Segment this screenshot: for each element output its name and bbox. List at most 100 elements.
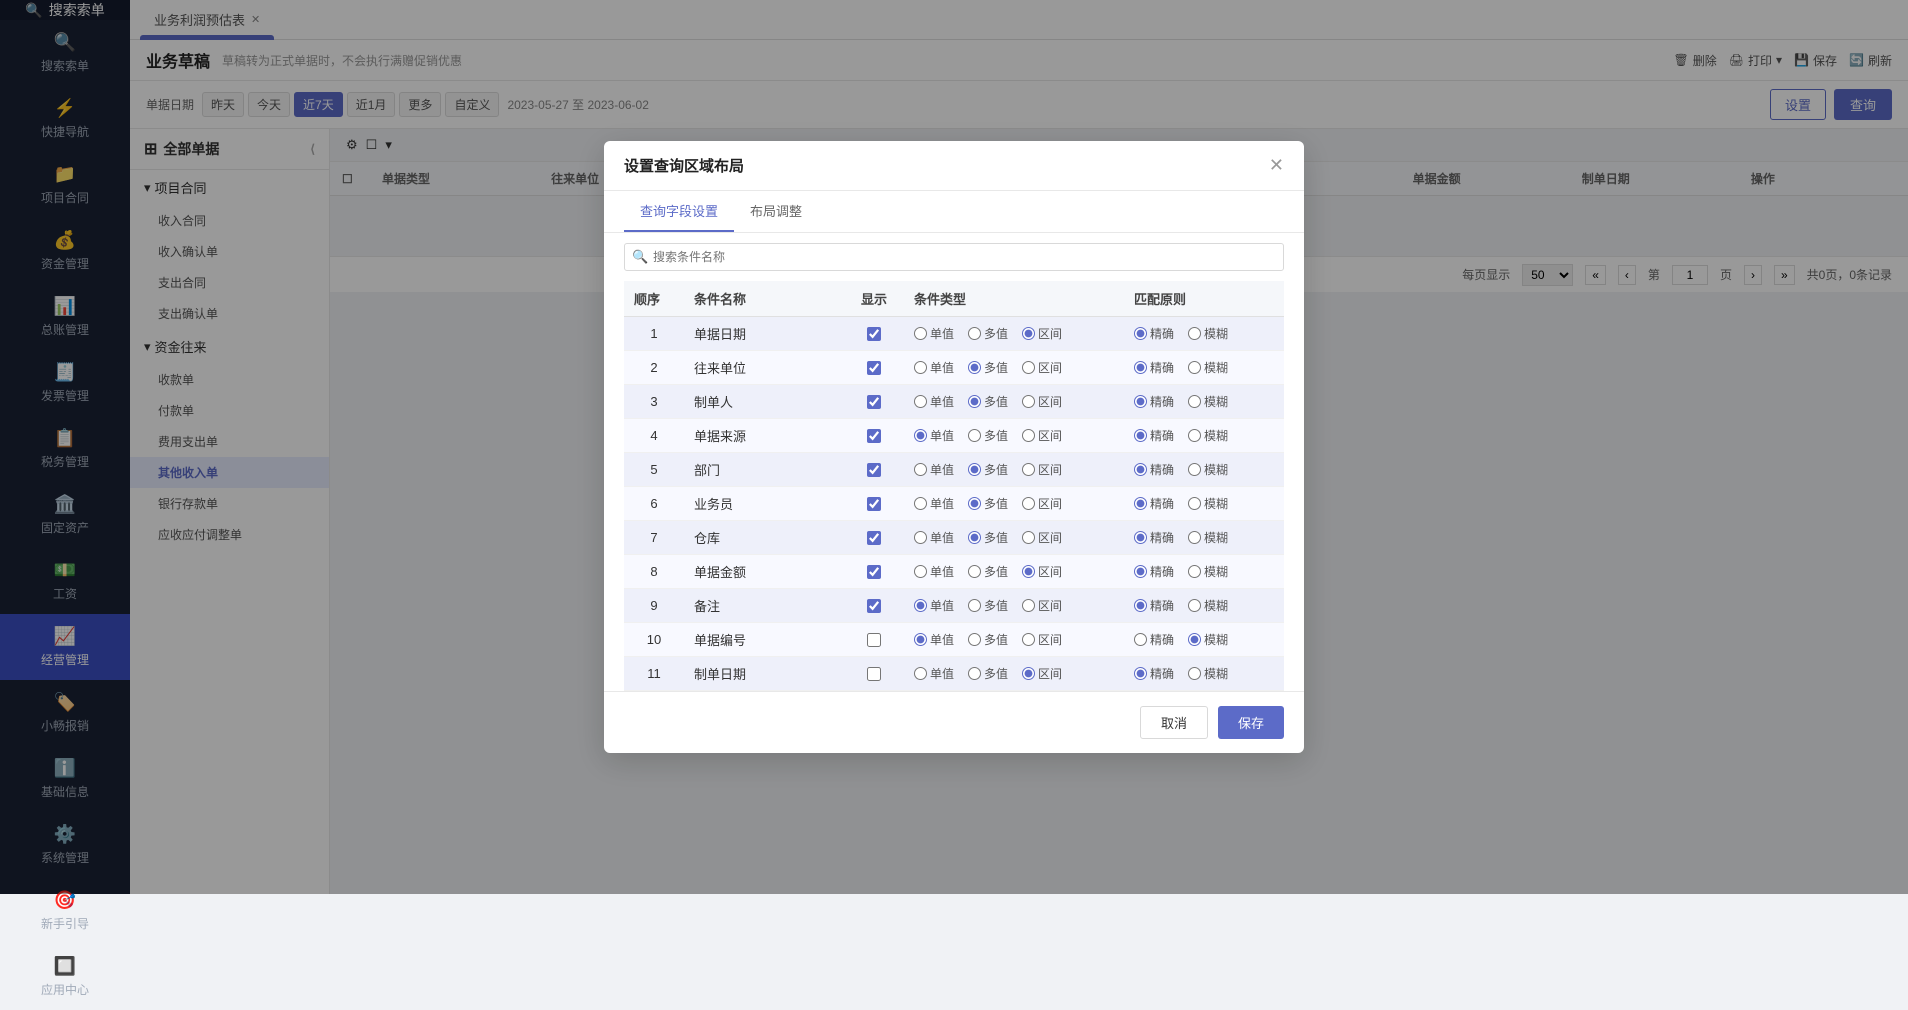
match-option-模糊-8[interactable]: 模糊: [1188, 563, 1228, 580]
match-radio-模糊-11[interactable]: [1188, 667, 1201, 680]
radio-单值-8[interactable]: [914, 565, 927, 578]
match-radio-精确-1[interactable]: [1134, 327, 1147, 340]
display-checkbox-1[interactable]: [854, 327, 894, 341]
radio-多值-1[interactable]: [968, 327, 981, 340]
radio-单值-11[interactable]: [914, 667, 927, 680]
condition-option-单值-11[interactable]: 单值: [914, 665, 954, 682]
display-checkbox-8[interactable]: [854, 565, 894, 579]
condition-option-多值-9[interactable]: 多值: [968, 597, 1008, 614]
radio-单值-10[interactable]: [914, 633, 927, 646]
condition-option-单值-8[interactable]: 单值: [914, 563, 954, 580]
condition-option-单值-10[interactable]: 单值: [914, 631, 954, 648]
condition-option-区间-10[interactable]: 区间: [1022, 631, 1062, 648]
match-option-精确-4[interactable]: 精确: [1134, 427, 1174, 444]
display-checkbox-9[interactable]: [854, 599, 894, 613]
condition-option-多值-11[interactable]: 多值: [968, 665, 1008, 682]
tab-layout-adjust[interactable]: 布局调整: [734, 191, 818, 232]
radio-区间-3[interactable]: [1022, 395, 1035, 408]
condition-option-多值-3[interactable]: 多值: [968, 393, 1008, 410]
radio-单值-9[interactable]: [914, 599, 927, 612]
radio-多值-11[interactable]: [968, 667, 981, 680]
condition-option-多值-6[interactable]: 多值: [968, 495, 1008, 512]
condition-option-多值-2[interactable]: 多值: [968, 359, 1008, 376]
condition-option-区间-5[interactable]: 区间: [1022, 461, 1062, 478]
radio-区间-4[interactable]: [1022, 429, 1035, 442]
match-option-模糊-11[interactable]: 模糊: [1188, 665, 1228, 682]
match-radio-模糊-1[interactable]: [1188, 327, 1201, 340]
match-option-模糊-9[interactable]: 模糊: [1188, 597, 1228, 614]
condition-option-区间-4[interactable]: 区间: [1022, 427, 1062, 444]
match-radio-精确-6[interactable]: [1134, 497, 1147, 510]
radio-区间-2[interactable]: [1022, 361, 1035, 374]
condition-option-多值-7[interactable]: 多值: [968, 529, 1008, 546]
match-option-模糊-6[interactable]: 模糊: [1188, 495, 1228, 512]
radio-多值-10[interactable]: [968, 633, 981, 646]
sidebar-item-apps[interactable]: 🔲应用中心: [0, 944, 130, 1010]
match-radio-精确-9[interactable]: [1134, 599, 1147, 612]
match-option-精确-11[interactable]: 精确: [1134, 665, 1174, 682]
radio-单值-5[interactable]: [914, 463, 927, 476]
radio-单值-2[interactable]: [914, 361, 927, 374]
condition-option-单值-2[interactable]: 单值: [914, 359, 954, 376]
checkbox-input-7[interactable]: [867, 531, 881, 545]
match-option-精确-1[interactable]: 精确: [1134, 325, 1174, 342]
radio-区间-6[interactable]: [1022, 497, 1035, 510]
condition-option-单值-4[interactable]: 单值: [914, 427, 954, 444]
match-option-精确-9[interactable]: 精确: [1134, 597, 1174, 614]
display-checkbox-4[interactable]: [854, 429, 894, 443]
condition-option-区间-9[interactable]: 区间: [1022, 597, 1062, 614]
radio-区间-5[interactable]: [1022, 463, 1035, 476]
display-checkbox-5[interactable]: [854, 463, 894, 477]
display-checkbox-10[interactable]: [854, 633, 894, 647]
condition-option-多值-10[interactable]: 多值: [968, 631, 1008, 648]
match-option-模糊-3[interactable]: 模糊: [1188, 393, 1228, 410]
match-radio-模糊-10[interactable]: [1188, 633, 1201, 646]
match-radio-模糊-2[interactable]: [1188, 361, 1201, 374]
display-checkbox-3[interactable]: [854, 395, 894, 409]
match-option-模糊-5[interactable]: 模糊: [1188, 461, 1228, 478]
display-checkbox-7[interactable]: [854, 531, 894, 545]
match-option-精确-8[interactable]: 精确: [1134, 563, 1174, 580]
match-radio-模糊-3[interactable]: [1188, 395, 1201, 408]
checkbox-input-11[interactable]: [867, 667, 881, 681]
condition-option-单值-7[interactable]: 单值: [914, 529, 954, 546]
match-option-模糊-7[interactable]: 模糊: [1188, 529, 1228, 546]
match-option-精确-3[interactable]: 精确: [1134, 393, 1174, 410]
match-radio-精确-4[interactable]: [1134, 429, 1147, 442]
condition-option-单值-5[interactable]: 单值: [914, 461, 954, 478]
match-radio-模糊-4[interactable]: [1188, 429, 1201, 442]
match-option-模糊-1[interactable]: 模糊: [1188, 325, 1228, 342]
radio-单值-1[interactable]: [914, 327, 927, 340]
match-option-精确-6[interactable]: 精确: [1134, 495, 1174, 512]
radio-多值-9[interactable]: [968, 599, 981, 612]
condition-option-单值-6[interactable]: 单值: [914, 495, 954, 512]
radio-单值-6[interactable]: [914, 497, 927, 510]
condition-option-单值-3[interactable]: 单值: [914, 393, 954, 410]
condition-option-多值-4[interactable]: 多值: [968, 427, 1008, 444]
match-option-模糊-10[interactable]: 模糊: [1188, 631, 1228, 648]
radio-区间-8[interactable]: [1022, 565, 1035, 578]
radio-区间-11[interactable]: [1022, 667, 1035, 680]
dialog-close-button[interactable]: ✕: [1269, 155, 1284, 176]
condition-option-多值-1[interactable]: 多值: [968, 325, 1008, 342]
checkbox-input-8[interactable]: [867, 565, 881, 579]
radio-多值-7[interactable]: [968, 531, 981, 544]
radio-多值-4[interactable]: [968, 429, 981, 442]
checkbox-input-2[interactable]: [867, 361, 881, 375]
condition-option-区间-8[interactable]: 区间: [1022, 563, 1062, 580]
checkbox-input-6[interactable]: [867, 497, 881, 511]
save-button[interactable]: 保存: [1218, 706, 1284, 739]
condition-option-区间-1[interactable]: 区间: [1022, 325, 1062, 342]
radio-区间-7[interactable]: [1022, 531, 1035, 544]
radio-单值-7[interactable]: [914, 531, 927, 544]
radio-区间-10[interactable]: [1022, 633, 1035, 646]
match-option-精确-2[interactable]: 精确: [1134, 359, 1174, 376]
radio-多值-3[interactable]: [968, 395, 981, 408]
match-radio-模糊-7[interactable]: [1188, 531, 1201, 544]
match-option-精确-5[interactable]: 精确: [1134, 461, 1174, 478]
condition-option-区间-7[interactable]: 区间: [1022, 529, 1062, 546]
radio-多值-6[interactable]: [968, 497, 981, 510]
radio-区间-9[interactable]: [1022, 599, 1035, 612]
condition-option-多值-8[interactable]: 多值: [968, 563, 1008, 580]
radio-多值-5[interactable]: [968, 463, 981, 476]
